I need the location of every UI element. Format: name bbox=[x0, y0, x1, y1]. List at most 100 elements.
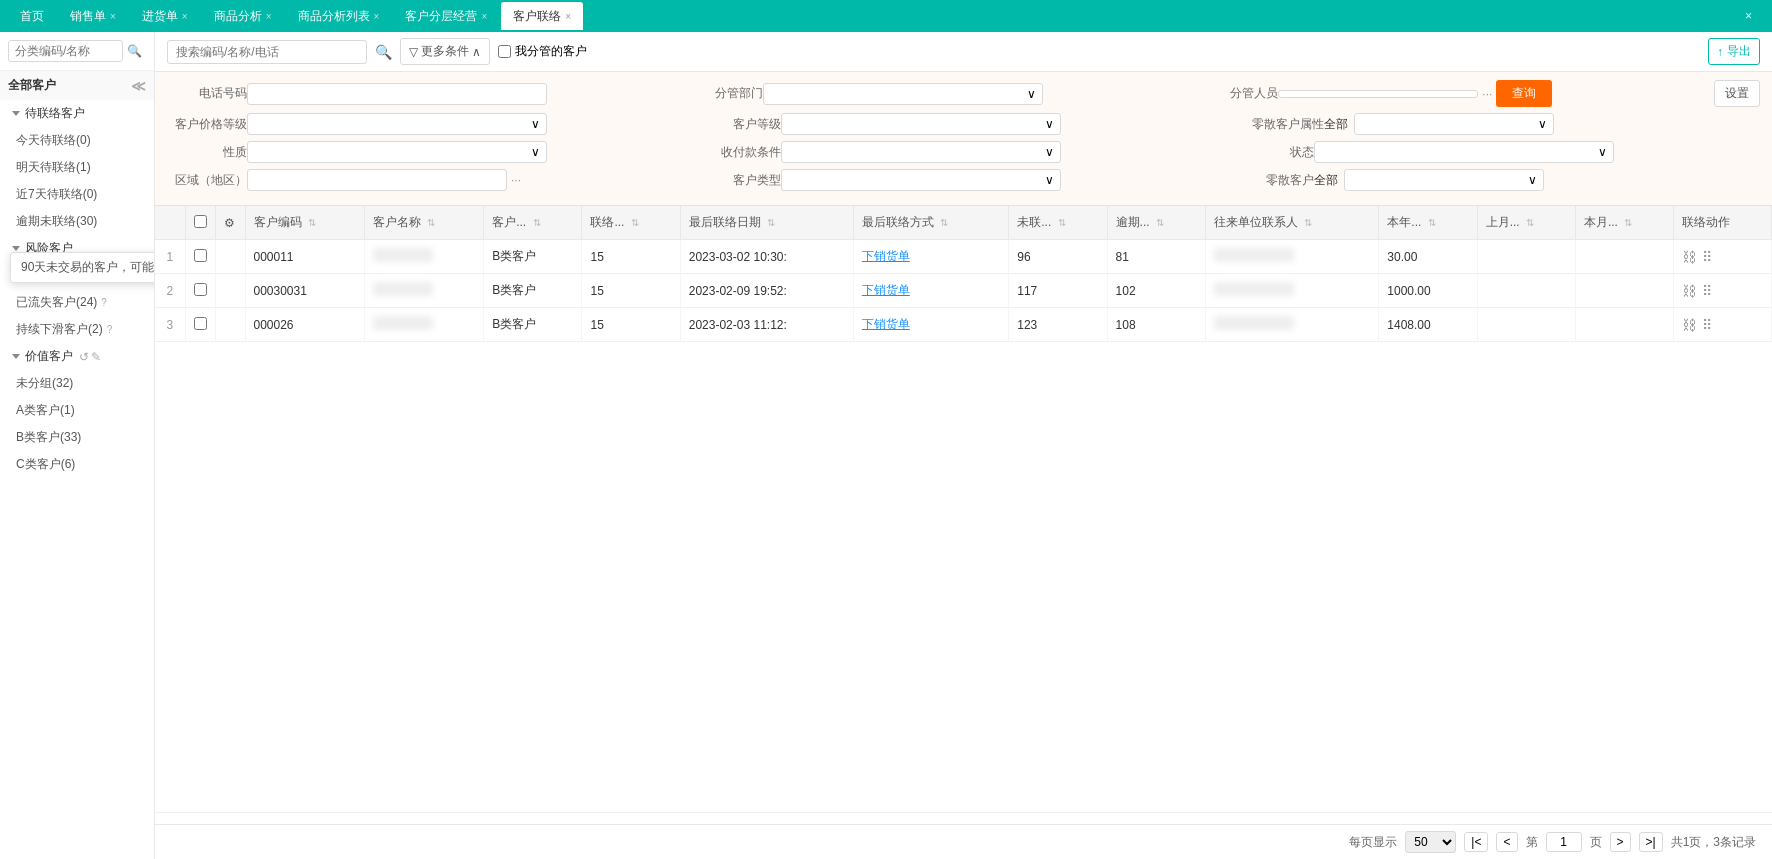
edit-value-icon[interactable]: ✎ bbox=[91, 350, 101, 364]
page-label: 第 bbox=[1526, 834, 1538, 851]
col-code[interactable]: 客户编码 ⇅ bbox=[245, 206, 364, 240]
customer-grade-select[interactable]: ∨ bbox=[781, 113, 1061, 135]
customer-type-select[interactable]: ∨ bbox=[781, 169, 1061, 191]
col-last-contact-method[interactable]: 最后联络方式 ⇅ bbox=[853, 206, 1008, 240]
sidebar-search-input[interactable] bbox=[8, 40, 123, 62]
nav-sales-order[interactable]: 销售单 × bbox=[58, 2, 128, 30]
row-checkbox-2[interactable] bbox=[185, 308, 215, 342]
action-link-icon-2[interactable]: ⛓ bbox=[1682, 317, 1696, 333]
col-last-month[interactable]: 上月... ⇅ bbox=[1477, 206, 1575, 240]
action-link-icon-0[interactable]: ⛓ bbox=[1682, 249, 1696, 265]
row-checkbox-0[interactable] bbox=[185, 240, 215, 274]
col-type[interactable]: 客户... ⇅ bbox=[484, 206, 582, 240]
status-chevron: ∨ bbox=[1598, 145, 1607, 159]
col-unit-contact[interactable]: 往来单位联系人 ⇅ bbox=[1205, 206, 1378, 240]
action-more-icon-2[interactable]: ⠿ bbox=[1702, 317, 1712, 333]
scattered-label: 零散客户 bbox=[1234, 172, 1314, 189]
sort-type-icon: ⇅ bbox=[533, 217, 541, 228]
col-last-contact-date[interactable]: 最后联络日期 ⇅ bbox=[680, 206, 853, 240]
sidebar-item-today-contact[interactable]: 今天待联络(0) bbox=[0, 127, 154, 154]
sidebar-item-ungrouped[interactable]: 未分组(32) bbox=[0, 370, 154, 397]
price-grade-select[interactable]: ∨ bbox=[247, 113, 547, 135]
close-product-analysis-list-icon[interactable]: × bbox=[374, 11, 380, 22]
sidebar-search-icon[interactable]: 🔍 bbox=[127, 44, 142, 58]
settings-button[interactable]: 设置 bbox=[1714, 80, 1760, 107]
row-checkbox-1[interactable] bbox=[185, 274, 215, 308]
scattered-attr-label: 零散客户属性 bbox=[1234, 116, 1324, 133]
last-page-button[interactable]: >| bbox=[1639, 832, 1663, 852]
sidebar-item-class-b[interactable]: B类客户(33) bbox=[0, 424, 154, 451]
row-last-method-2[interactable]: 下销货单 bbox=[853, 308, 1008, 342]
row-last-method-1[interactable]: 下销货单 bbox=[853, 274, 1008, 308]
close-sales-order-icon[interactable]: × bbox=[110, 11, 116, 22]
customer-grade-label: 客户等级 bbox=[701, 116, 781, 133]
region-more-dots[interactable]: ··· bbox=[507, 173, 525, 187]
filter-search-input[interactable] bbox=[167, 40, 367, 64]
customer-grade-chevron: ∨ bbox=[1045, 117, 1054, 131]
scattered-attr-select[interactable]: ∨ bbox=[1354, 113, 1554, 135]
col-settings[interactable]: ⚙ bbox=[215, 206, 245, 240]
my-customers-checkbox[interactable] bbox=[498, 45, 511, 58]
prev-page-button[interactable]: < bbox=[1496, 832, 1517, 852]
query-button[interactable]: 查询 bbox=[1496, 80, 1552, 107]
close-purchase-order-icon[interactable]: × bbox=[182, 11, 188, 22]
dept-select[interactable]: ∨ bbox=[763, 83, 1043, 105]
nav-product-analysis-list[interactable]: 商品分析列表 × bbox=[286, 2, 392, 30]
page-number-input[interactable]: 1 bbox=[1546, 832, 1582, 852]
select-all-checkbox[interactable] bbox=[194, 215, 207, 228]
col-this-year[interactable]: 本年... ⇅ bbox=[1379, 206, 1477, 240]
page-size-select[interactable]: 50 100 200 bbox=[1405, 831, 1456, 853]
col-uncontact-days[interactable]: 未联... ⇅ bbox=[1009, 206, 1107, 240]
customer-type-chevron: ∨ bbox=[1045, 173, 1054, 187]
refresh-value-icon[interactable]: ↺ bbox=[79, 350, 89, 364]
sidebar-item-7days-contact[interactable]: 近7天待联络(0) bbox=[0, 181, 154, 208]
col-this-month[interactable]: 本月... ⇅ bbox=[1575, 206, 1673, 240]
action-more-icon-1[interactable]: ⠿ bbox=[1702, 283, 1712, 299]
region-input[interactable] bbox=[247, 169, 507, 191]
phone-input[interactable] bbox=[247, 83, 547, 105]
col-name[interactable]: 客户名称 ⇅ bbox=[364, 206, 483, 240]
my-customers-checkbox-label[interactable]: 我分管的客户 bbox=[498, 43, 587, 60]
price-grade-chevron: ∨ bbox=[531, 117, 540, 131]
filter-more-conditions-button[interactable]: ▽ 更多条件 ∧ bbox=[400, 38, 490, 65]
first-page-button[interactable]: |< bbox=[1464, 832, 1488, 852]
filter-col-region: 区域（地区） ··· bbox=[167, 169, 693, 191]
close-product-analysis-icon[interactable]: × bbox=[266, 11, 272, 22]
sidebar-group-value-customers[interactable]: 价值客户 ↺ ✎ bbox=[0, 343, 154, 370]
col-contact-count[interactable]: 联络... ⇅ bbox=[582, 206, 680, 240]
status-select[interactable]: ∨ bbox=[1314, 141, 1614, 163]
nav-home[interactable]: 首页 bbox=[8, 2, 56, 30]
person-select[interactable] bbox=[1278, 90, 1478, 98]
sidebar-group-pending-contact[interactable]: 待联络客户 bbox=[0, 100, 154, 127]
action-more-icon-0[interactable]: ⠿ bbox=[1702, 249, 1712, 265]
row-this-month-2 bbox=[1575, 308, 1673, 342]
close-all-btn[interactable]: × bbox=[1733, 5, 1764, 27]
sidebar-item-declining[interactable]: 持续下滑客户(2) ? bbox=[0, 316, 154, 343]
nav-purchase-order[interactable]: 进货单 × bbox=[130, 2, 200, 30]
sidebar-item-tomorrow-contact[interactable]: 明天待联络(1) bbox=[0, 154, 154, 181]
next-page-button[interactable]: > bbox=[1610, 832, 1631, 852]
sidebar-item-class-c[interactable]: C类客户(6) bbox=[0, 451, 154, 478]
row-last-method-0[interactable]: 下销货单 bbox=[853, 240, 1008, 274]
collapse-sidebar-icon[interactable]: ≪ bbox=[131, 78, 146, 94]
all-customers-label: 全部客户 bbox=[8, 77, 56, 94]
row-actions-quick-2 bbox=[215, 308, 245, 342]
horizontal-scrollbar[interactable] bbox=[155, 812, 1772, 824]
filter-search-button[interactable]: 🔍 bbox=[375, 44, 392, 60]
payment-select[interactable]: ∨ bbox=[781, 141, 1061, 163]
person-more-dots[interactable]: ··· bbox=[1478, 87, 1496, 101]
sidebar-item-already-lost[interactable]: 已流失客户(24) ? bbox=[0, 289, 154, 316]
nav-customer-segment[interactable]: 客户分层经营 × bbox=[393, 2, 499, 30]
nav-customer-contact[interactable]: 客户联络 × bbox=[501, 2, 583, 30]
nature-select[interactable]: ∨ bbox=[247, 141, 547, 163]
nav-product-analysis[interactable]: 商品分析 × bbox=[202, 2, 284, 30]
sidebar-all-customers[interactable]: 全部客户 ≪ bbox=[0, 71, 154, 100]
export-button[interactable]: ↑ 导出 bbox=[1708, 38, 1760, 65]
close-customer-contact-icon[interactable]: × bbox=[565, 11, 571, 22]
sidebar-item-overdue-contact[interactable]: 逾期未联络(30) bbox=[0, 208, 154, 235]
close-customer-segment-icon[interactable]: × bbox=[481, 11, 487, 22]
action-link-icon-1[interactable]: ⛓ bbox=[1682, 283, 1696, 299]
col-overdue-days[interactable]: 逾期... ⇅ bbox=[1107, 206, 1205, 240]
scattered-select[interactable]: ∨ bbox=[1344, 169, 1544, 191]
sidebar-item-class-a[interactable]: A类客户(1) bbox=[0, 397, 154, 424]
